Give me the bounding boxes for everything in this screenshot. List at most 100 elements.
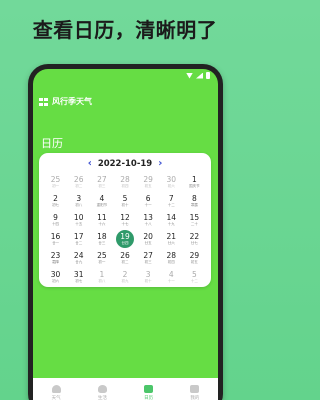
day-number: 10 (73, 212, 84, 222)
day-number: 29 (143, 174, 153, 184)
calendar-day[interactable]: 31 初七 (70, 268, 88, 286)
lunar-label: 重阳节 (96, 202, 108, 207)
lunar-label: 廿二 (75, 240, 83, 245)
calendar-day[interactable]: 2 初九 (116, 268, 134, 286)
day-number: 4 (99, 193, 105, 203)
signal-icon (196, 72, 203, 79)
calendar-day[interactable]: 25 初一 (93, 249, 111, 267)
lunar-label: 十六 (98, 221, 106, 226)
day-number: 17 (73, 231, 84, 241)
lunar-label: 十八 (144, 221, 152, 226)
calendar-day[interactable]: 8 寒露 (185, 192, 203, 210)
day-number: 15 (189, 212, 200, 222)
day-number: 20 (143, 231, 153, 241)
calendar-day[interactable]: 18 廿三 (93, 230, 111, 248)
calendar-day[interactable]: 4 十一 (162, 268, 180, 286)
day-number: 19 (120, 231, 130, 241)
calendar-day[interactable]: 14 十九 (162, 211, 180, 229)
calendar-day[interactable]: 17 廿二 (70, 230, 88, 248)
section-title: 日历 (41, 137, 63, 150)
calendar-day[interactable]: 6 十一 (139, 192, 157, 210)
calendar-day[interactable]: 24 廿九 (70, 249, 88, 267)
day-number: 1 (99, 269, 105, 279)
lunar-label: 霜降 (52, 259, 60, 264)
calendar-day[interactable]: 4 重阳节 (93, 192, 111, 210)
calendar-day[interactable]: 27 初三 (93, 173, 111, 191)
calendar-day[interactable]: 3 初十 (139, 268, 157, 286)
chevron-right-icon[interactable]: › (158, 159, 162, 169)
day-number: 29 (189, 250, 200, 260)
bulb-icon (97, 385, 107, 393)
calendar-day[interactable]: 10 十五 (70, 211, 88, 229)
calendar-day[interactable]: 28 初四 (116, 173, 134, 191)
calendar-day[interactable]: 30 初六 (47, 268, 65, 286)
calendar-day[interactable]: 5 初十 (116, 192, 134, 210)
bottom-tab-bar: 天气 生活 日历 我的 (33, 378, 218, 400)
calendar-day[interactable]: 21 廿六 (162, 230, 180, 248)
calendar-day[interactable]: 9 十四 (47, 211, 65, 229)
calendar-day[interactable]: 15 二十 (185, 211, 203, 229)
chevron-left-icon[interactable]: ‹ (88, 159, 92, 169)
calendar-day[interactable]: 26 初二 (70, 173, 88, 191)
tab-2[interactable]: 日历 (134, 385, 164, 400)
lunar-label: 初十 (121, 202, 129, 207)
lunar-label: 十一 (144, 202, 152, 207)
calendar-day[interactable]: 11 十六 (93, 211, 111, 229)
tab-label: 日历 (144, 396, 154, 400)
cloud-icon (51, 385, 61, 393)
calendar-day[interactable]: 22 廿七 (185, 230, 203, 248)
day-number: 12 (120, 212, 130, 222)
grid-menu-icon[interactable] (39, 97, 48, 106)
calendar-card: ‹ 2022-10-19 › 25 初一 26 初二 27 初三 28 初四 29 初五 30 初六 1… (39, 153, 211, 287)
tab-label: 我的 (190, 396, 200, 400)
day-number: 1 (192, 174, 197, 184)
lunar-label: 十一 (167, 278, 175, 283)
calendar-grid: 25 初一 26 初二 27 初三 28 初四 29 初五 30 初六 1 国庆节 2 初七 3 初八 4 重阳节 5 初… (44, 173, 206, 286)
calendar-day[interactable]: 27 初三 (139, 249, 157, 267)
lunar-label: 初四 (121, 183, 129, 188)
day-number: 2 (53, 193, 58, 203)
tab-3[interactable]: 我的 (180, 385, 210, 400)
day-number: 21 (166, 231, 177, 241)
day-number: 3 (145, 269, 151, 279)
calendar-day[interactable]: 1 国庆节 (185, 173, 203, 191)
day-number: 25 (97, 250, 107, 260)
calendar-day[interactable]: 29 初五 (139, 173, 157, 191)
lunar-label: 初六 (52, 278, 60, 283)
calendar-day[interactable]: 29 初五 (185, 249, 203, 267)
calendar-day[interactable]: 30 初六 (162, 173, 180, 191)
calendar-day[interactable]: 2 初七 (47, 192, 65, 210)
day-number: 11 (97, 212, 107, 222)
tab-0[interactable]: 天气 (41, 385, 71, 400)
day-number: 14 (166, 212, 177, 222)
lunar-label: 廿四 (121, 240, 129, 245)
calendar-day-selected[interactable]: 19 廿四 (115, 230, 134, 248)
status-bar (33, 69, 218, 81)
calendar-day[interactable]: 13 十八 (139, 211, 157, 229)
calendar-day[interactable]: 23 霜降 (47, 249, 65, 267)
calendar-day[interactable]: 16 廿一 (47, 230, 65, 248)
calendar-day[interactable]: 26 初二 (116, 249, 134, 267)
day-number: 8 (192, 193, 197, 203)
calendar-day[interactable]: 20 廿五 (139, 230, 157, 248)
lunar-label: 初三 (98, 183, 106, 188)
lunar-label: 初五 (144, 183, 152, 188)
day-number: 3 (76, 193, 82, 203)
day-number: 22 (189, 231, 200, 241)
calendar-day[interactable]: 5 十二 (185, 268, 203, 286)
calendar-day[interactable]: 12 十七 (116, 211, 134, 229)
calendar-day[interactable]: 25 初一 (47, 173, 65, 191)
day-number: 27 (143, 250, 153, 260)
lunar-label: 二十 (190, 221, 198, 226)
day-number: 7 (168, 193, 174, 203)
lunar-label: 廿一 (52, 240, 60, 245)
lunar-label: 十七 (121, 221, 129, 226)
lunar-label: 十二 (167, 202, 175, 207)
calendar-day[interactable]: 1 初八 (93, 268, 111, 286)
calendar-day[interactable]: 3 初八 (70, 192, 88, 210)
lunar-label: 初一 (52, 183, 60, 188)
calendar-day[interactable]: 28 初四 (162, 249, 180, 267)
tab-1[interactable]: 生活 (87, 385, 117, 400)
calendar-day[interactable]: 7 十二 (162, 192, 180, 210)
day-number: 26 (73, 174, 84, 184)
